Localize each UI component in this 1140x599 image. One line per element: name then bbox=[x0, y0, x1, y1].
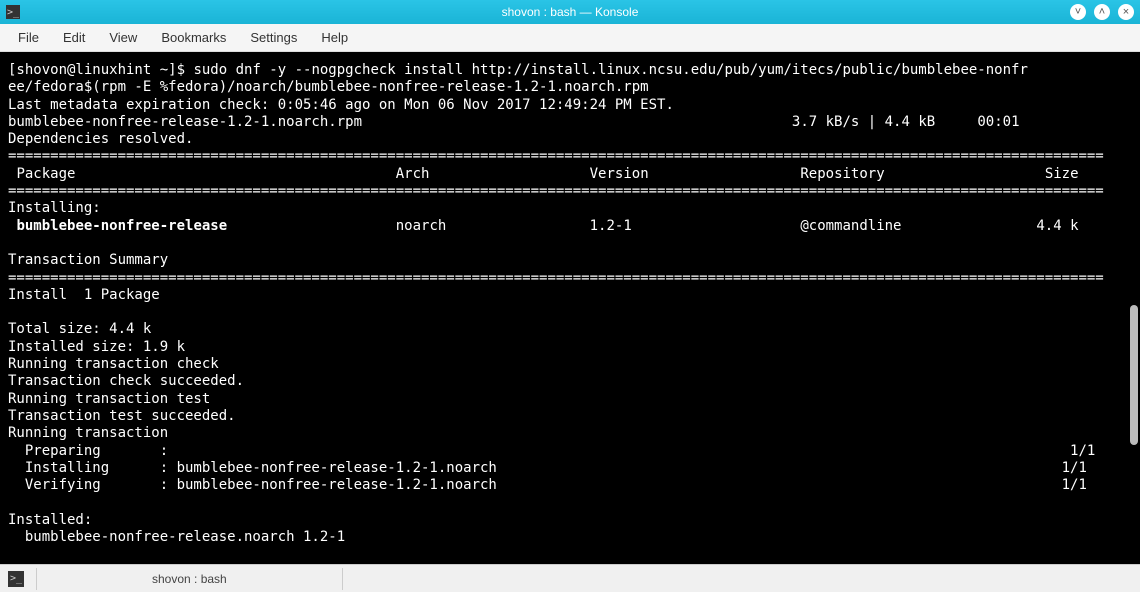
verifying-step: Verifying : bumblebee-nonfree-release-1.… bbox=[8, 477, 1087, 493]
deps-resolved: Dependencies resolved. bbox=[8, 131, 193, 147]
installed-pkg: bumblebee-nonfree-release.noarch 1.2-1 bbox=[8, 529, 345, 545]
col-version: Version bbox=[590, 166, 649, 182]
menubar: File Edit View Bookmarks Settings Help bbox=[0, 24, 1140, 52]
divider-line: ========================================… bbox=[8, 270, 1104, 286]
tab-label[interactable]: shovon : bash bbox=[36, 568, 343, 590]
menu-bookmarks[interactable]: Bookmarks bbox=[151, 26, 236, 49]
total-size: Total size: 4.4 k bbox=[8, 321, 151, 337]
menu-file[interactable]: File bbox=[8, 26, 49, 49]
installed-size: Installed size: 1.9 k bbox=[8, 339, 185, 355]
preparing-step: Preparing : 1/1 bbox=[8, 443, 1095, 459]
scrollbar-thumb[interactable] bbox=[1130, 305, 1138, 445]
maximize-button[interactable]: ˄ bbox=[1094, 4, 1110, 20]
installing-label: Installing: bbox=[8, 200, 101, 216]
run-tx: Running transaction bbox=[8, 425, 168, 441]
window-controls: ˅ ˄ × bbox=[1070, 4, 1134, 20]
install-count: Install 1 Package bbox=[8, 287, 160, 303]
package-repo: @commandline bbox=[800, 218, 901, 234]
tab-icon: >_ bbox=[8, 571, 24, 587]
run-test: Running transaction test bbox=[8, 391, 210, 407]
shell-prompt: [shovon@linuxhint ~]$ bbox=[8, 62, 193, 78]
tx-summary: Transaction Summary bbox=[8, 252, 168, 268]
col-size: Size bbox=[1045, 166, 1079, 182]
col-package: Package bbox=[16, 166, 75, 182]
rpm-download-line: bumblebee-nonfree-release-1.2-1.noarch.r… bbox=[8, 114, 1020, 130]
package-size: 4.4 k bbox=[1036, 218, 1078, 234]
package-name: bumblebee-nonfree-release bbox=[16, 218, 227, 234]
metadata-line: Last metadata expiration check: 0:05:46 … bbox=[8, 97, 674, 113]
menu-help[interactable]: Help bbox=[311, 26, 358, 49]
package-version: 1.2-1 bbox=[590, 218, 632, 234]
window-titlebar: >_ shovon : bash — Konsole ˅ ˄ × bbox=[0, 0, 1140, 24]
package-arch: noarch bbox=[396, 218, 447, 234]
installing-step: Installing : bumblebee-nonfree-release-1… bbox=[8, 460, 1087, 476]
col-repo: Repository bbox=[800, 166, 884, 182]
test-ok: Transaction test succeeded. bbox=[8, 408, 236, 424]
scrollbar[interactable] bbox=[1130, 55, 1138, 555]
terminal-output[interactable]: [shovon@linuxhint ~]$ sudo dnf -y --nogp… bbox=[0, 52, 1140, 564]
minimize-button[interactable]: ˅ bbox=[1070, 4, 1086, 20]
app-icon: >_ bbox=[6, 5, 20, 19]
close-button[interactable]: × bbox=[1118, 4, 1134, 20]
menu-edit[interactable]: Edit bbox=[53, 26, 95, 49]
window-title: shovon : bash — Konsole bbox=[502, 5, 639, 19]
menu-settings[interactable]: Settings bbox=[240, 26, 307, 49]
col-arch: Arch bbox=[396, 166, 430, 182]
installed-label: Installed: bbox=[8, 512, 92, 528]
menu-view[interactable]: View bbox=[99, 26, 147, 49]
divider-line: ========================================… bbox=[8, 183, 1104, 199]
run-check: Running transaction check bbox=[8, 356, 219, 372]
divider-line: ========================================… bbox=[8, 148, 1104, 164]
check-ok: Transaction check succeeded. bbox=[8, 373, 244, 389]
statusbar: >_ shovon : bash bbox=[0, 564, 1140, 592]
